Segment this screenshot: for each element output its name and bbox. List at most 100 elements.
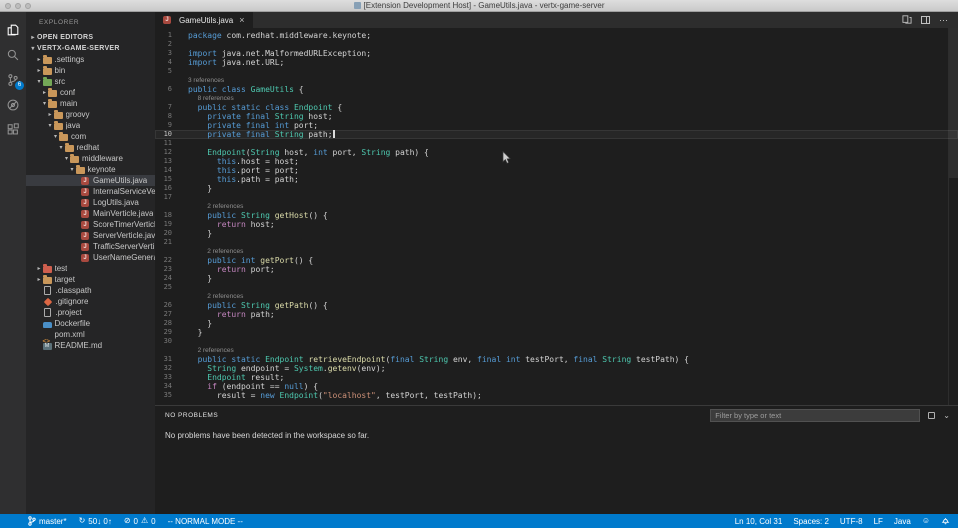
code-line-21[interactable]: 21 [155, 238, 958, 247]
open-editors-section[interactable]: ▸ OPEN EDITORS [26, 32, 155, 43]
code-line-33[interactable]: 33 Endpoint result; [155, 373, 958, 382]
twistie-expanded-icon[interactable]: ▾ [52, 133, 59, 140]
code-line-7[interactable]: 7 public static class Endpoint { [155, 103, 958, 112]
tree-item-redhat[interactable]: ▾ redhat [26, 142, 155, 153]
code-line-19[interactable]: 19 return host; [155, 220, 958, 229]
code-editor[interactable]: 1 package com.redhat.middleware.keynote; 2… [155, 28, 958, 405]
code-line-35[interactable]: 35 result = new Endpoint("localhost", te… [155, 391, 958, 400]
tree-item--project[interactable]: .project [26, 307, 155, 318]
close-tab-icon[interactable]: × [239, 16, 244, 25]
open-changes-icon[interactable] [902, 11, 912, 29]
tree-item-usernamegenerat-[interactable]: UserNameGenerat... [26, 252, 155, 263]
code-line-17[interactable]: 17 [155, 193, 958, 202]
cursor-position-status[interactable]: Ln 10, Col 31 [735, 517, 783, 526]
code-line-5[interactable]: 5 [155, 67, 958, 76]
tree-item-dockerfile[interactable]: Dockerfile [26, 318, 155, 329]
code-line-8[interactable]: 8 private final String host; [155, 112, 958, 121]
codelens-references[interactable]: 2 references [155, 247, 958, 256]
codelens-references[interactable]: 8 references [155, 94, 958, 103]
twistie-collapsed-icon[interactable]: ▸ [36, 276, 43, 283]
code-line-9[interactable]: 9 private final int port; [155, 121, 958, 130]
twistie-expanded-icon[interactable]: ▾ [47, 122, 54, 129]
code-line-4[interactable]: 4 import java.net.URL; [155, 58, 958, 67]
tree-item-serververticle-java[interactable]: ServerVerticle.java [26, 230, 155, 241]
encoding-status[interactable]: UTF-8 [840, 517, 863, 526]
tree-item-bin[interactable]: ▸ bin [26, 65, 155, 76]
feedback-smiley-icon[interactable]: ☺ [922, 516, 930, 526]
debug-icon[interactable] [0, 92, 26, 117]
tree-item-src[interactable]: ▾ src [26, 76, 155, 87]
twistie-collapsed-icon[interactable]: ▸ [36, 265, 43, 272]
twistie-expanded-icon[interactable]: ▾ [41, 100, 48, 107]
tree-item-scoretimerverticl-[interactable]: ScoreTimerVerticl... [26, 219, 155, 230]
tree-item-pom-xml[interactable]: pom.xml [26, 329, 155, 340]
twistie-collapsed-icon[interactable]: ▸ [36, 56, 43, 63]
tree-item-java[interactable]: ▾ java [26, 120, 155, 131]
editor-scrollbar[interactable] [948, 28, 958, 405]
code-line-3[interactable]: 3 import java.net.MalformedURLException; [155, 49, 958, 58]
explorer-icon[interactable] [0, 17, 26, 42]
code-line-25[interactable]: 25 [155, 283, 958, 292]
tree-item-logutils-java[interactable]: LogUtils.java [26, 197, 155, 208]
code-line-6[interactable]: 6 public class GameUtils { [155, 85, 958, 94]
code-line-13[interactable]: 13 this.host = host; [155, 157, 958, 166]
code-line-20[interactable]: 20 } [155, 229, 958, 238]
codelens-references[interactable]: 2 references [155, 346, 958, 355]
twistie-expanded-icon[interactable]: ▾ [69, 166, 76, 173]
tree-item-com[interactable]: ▾ com [26, 131, 155, 142]
tree-item-trafficserververti-[interactable]: TrafficServerVerti... [26, 241, 155, 252]
source-control-icon[interactable]: 6 [0, 67, 26, 92]
tree-item--gitignore[interactable]: .gitignore [26, 296, 155, 307]
tree-item-readme-md[interactable]: README.md [26, 340, 155, 351]
problems-status[interactable]: ⊘ 0 ⚠ 0 [124, 516, 156, 526]
workspace-root-section[interactable]: ▾ VERTX-GAME-SERVER [26, 43, 155, 54]
tree-item-main[interactable]: ▾ main [26, 98, 155, 109]
twistie-expanded-icon[interactable]: ▾ [36, 78, 43, 85]
zoom-window-button[interactable] [25, 3, 31, 9]
tree-item-internalservicever-[interactable]: InternalServiceVer... [26, 186, 155, 197]
tree-item-test[interactable]: ▸ test [26, 263, 155, 274]
code-line-34[interactable]: 34 if (endpoint == null) { [155, 382, 958, 391]
code-line-30[interactable]: 30 [155, 337, 958, 346]
code-line-23[interactable]: 23 return port; [155, 265, 958, 274]
codelens-references[interactable]: 2 references [155, 292, 958, 301]
twistie-collapsed-icon[interactable]: ▸ [41, 89, 48, 96]
code-line-15[interactable]: 15 this.path = path; [155, 175, 958, 184]
code-line-11[interactable]: 11 [155, 139, 958, 148]
code-line-27[interactable]: 27 return path; [155, 310, 958, 319]
scrollbar-thumb[interactable] [949, 28, 958, 178]
tree-item-gameutils-java[interactable]: GameUtils.java [26, 175, 155, 186]
code-line-16[interactable]: 16 } [155, 184, 958, 193]
code-line-32[interactable]: 32 String endpoint = System.getenv(env); [155, 364, 958, 373]
tab-gameutils-java[interactable]: GameUtils.java × [155, 12, 253, 28]
code-line-18[interactable]: 18 public String getHost() { [155, 211, 958, 220]
code-line-22[interactable]: 22 public int getPort() { [155, 256, 958, 265]
more-actions-icon[interactable]: ⋯ [939, 16, 949, 25]
code-line-12[interactable]: 12 Endpoint(String host, int port, Strin… [155, 148, 958, 157]
git-sync-status[interactable]: ↻ 50↓ 0↑ [79, 516, 112, 526]
tree-item-groovy[interactable]: ▸ groovy [26, 109, 155, 120]
code-line-2[interactable]: 2 [155, 40, 958, 49]
tree-item-mainverticle-java[interactable]: MainVerticle.java [26, 208, 155, 219]
code-line-29[interactable]: 29 } [155, 328, 958, 337]
tree-item--settings[interactable]: ▸ .settings [26, 54, 155, 65]
search-icon[interactable] [0, 42, 26, 67]
codelens-references[interactable]: 2 references [155, 202, 958, 211]
split-editor-icon[interactable] [921, 16, 930, 24]
eol-status[interactable]: LF [874, 517, 883, 526]
maximize-panel-icon[interactable] [928, 412, 936, 419]
code-line-31[interactable]: 31 public static Endpoint retrieveEndpoi… [155, 355, 958, 364]
code-line-1[interactable]: 1 package com.redhat.middleware.keynote; [155, 31, 958, 40]
notifications-bell-icon[interactable] [941, 516, 950, 527]
indentation-status[interactable]: Spaces: 2 [793, 517, 829, 526]
collapse-panel-icon[interactable]: ⌄ [943, 411, 950, 420]
code-line-28[interactable]: 28 } [155, 319, 958, 328]
twistie-expanded-icon[interactable]: ▾ [58, 144, 65, 151]
code-line-14[interactable]: 14 this.port = port; [155, 166, 958, 175]
twistie-expanded-icon[interactable]: ▾ [63, 155, 70, 162]
extensions-icon[interactable] [0, 117, 26, 142]
tree-item-target[interactable]: ▸ target [26, 274, 155, 285]
problems-filter-input[interactable] [710, 409, 921, 422]
code-line-26[interactable]: 26 public String getPath() { [155, 301, 958, 310]
language-mode-status[interactable]: Java [894, 517, 911, 526]
